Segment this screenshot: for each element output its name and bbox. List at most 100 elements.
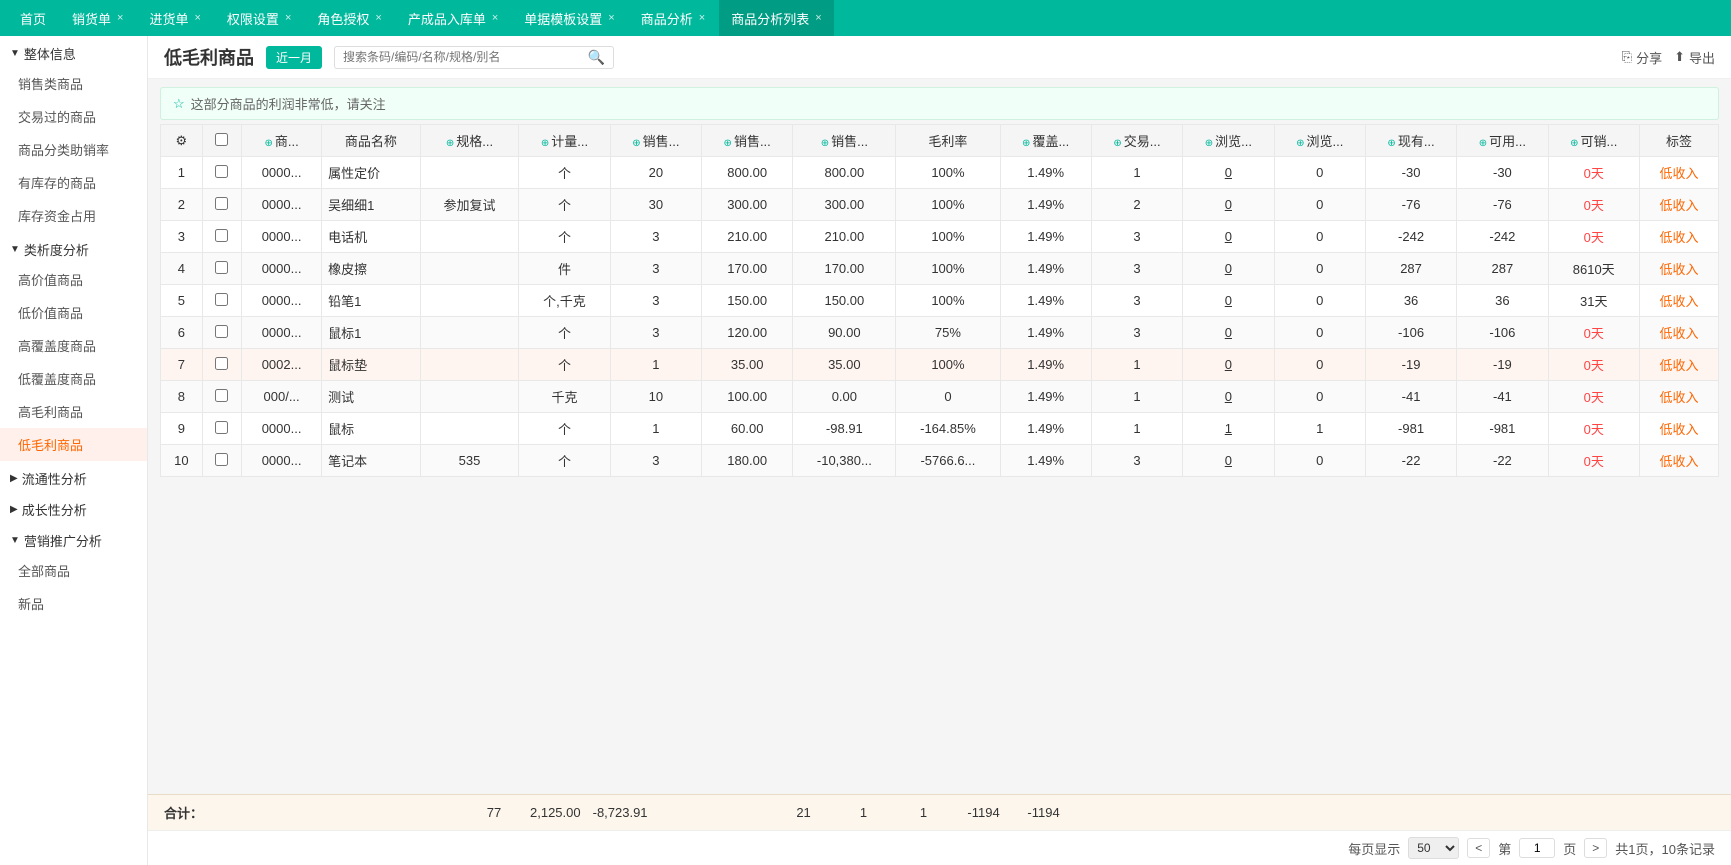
- page-size-select[interactable]: 50 100 200: [1408, 837, 1459, 859]
- row-code: 0000...: [242, 221, 322, 253]
- nav-item-home[interactable]: 首页: [8, 0, 58, 36]
- nav-item-purchase[interactable]: 进货单 ×: [137, 0, 212, 36]
- row-sales-count: 3: [610, 253, 701, 285]
- row-no: 4: [161, 253, 203, 285]
- nav-item-role[interactable]: 角色授权 ×: [305, 0, 393, 36]
- row-select-checkbox[interactable]: [215, 293, 228, 306]
- row-tag: 低收入: [1639, 157, 1718, 189]
- close-icon[interactable]: ×: [699, 12, 705, 24]
- row-sales-amount: 150.00: [702, 285, 793, 317]
- share-button[interactable]: ⎘ 分享: [1622, 48, 1662, 67]
- row-gross-rate: 100%: [896, 285, 1000, 317]
- close-icon[interactable]: ×: [815, 12, 821, 24]
- prev-page-button[interactable]: <: [1467, 838, 1490, 858]
- row-select-checkbox[interactable]: [215, 421, 228, 434]
- col-name: 商品名称: [322, 125, 421, 157]
- row-checkbox[interactable]: [202, 381, 241, 413]
- total-sales-count: 77: [464, 805, 524, 820]
- row-select-checkbox[interactable]: [215, 165, 228, 178]
- total-trade: 21: [774, 805, 834, 820]
- row-checkbox[interactable]: [202, 157, 241, 189]
- sidebar-item-low-value[interactable]: 低价值商品: [0, 296, 147, 329]
- sidebar-group-flow[interactable]: ▶ 流通性分析: [0, 461, 147, 492]
- nav-item-product-analysis[interactable]: 商品分析 ×: [629, 0, 717, 36]
- row-sales-amount: 100.00: [702, 381, 793, 413]
- row-available: -76: [1457, 189, 1548, 221]
- row-trade: 2: [1091, 189, 1182, 221]
- sidebar-item-traded-goods[interactable]: 交易过的商品: [0, 100, 147, 133]
- sidebar-item-high-value[interactable]: 高价值商品: [0, 263, 147, 296]
- row-checkbox[interactable]: [202, 285, 241, 317]
- row-unit: 个: [519, 445, 610, 477]
- sidebar-item-category-rate[interactable]: 商品分类助销率: [0, 133, 147, 166]
- row-checkbox[interactable]: [202, 189, 241, 221]
- export-button[interactable]: ⬆ 导出: [1674, 48, 1715, 67]
- row-checkbox[interactable]: [202, 349, 241, 381]
- close-icon[interactable]: ×: [117, 12, 123, 24]
- row-coverage: 1.49%: [1000, 157, 1091, 189]
- sidebar-item-low-margin[interactable]: 低毛利商品: [0, 428, 147, 461]
- sidebar-group-marketing[interactable]: ▼ 营销推广分析: [0, 523, 147, 554]
- row-select-checkbox[interactable]: [215, 261, 228, 274]
- time-filter-button[interactable]: 近一月: [266, 46, 322, 69]
- row-unit: 个: [519, 317, 610, 349]
- sidebar-item-low-coverage[interactable]: 低覆盖度商品: [0, 362, 147, 395]
- page-number-input[interactable]: [1519, 838, 1555, 858]
- row-checkbox[interactable]: [202, 413, 241, 445]
- sidebar-item-new-goods[interactable]: 新品: [0, 587, 147, 620]
- row-select-checkbox[interactable]: [215, 389, 228, 402]
- row-checkbox[interactable]: [202, 445, 241, 477]
- row-available: -981: [1457, 413, 1548, 445]
- close-icon[interactable]: ×: [285, 12, 291, 24]
- row-spec: 参加复试: [420, 189, 519, 221]
- sidebar-item-high-margin[interactable]: 高毛利商品: [0, 395, 147, 428]
- nav-item-permission[interactable]: 权限设置 ×: [215, 0, 303, 36]
- nav-item-template[interactable]: 单据模板设置 ×: [512, 0, 626, 36]
- row-tag: 低收入: [1639, 317, 1718, 349]
- row-tag: 低收入: [1639, 253, 1718, 285]
- sidebar-group-analysis[interactable]: ▼ 类析度分析: [0, 232, 147, 263]
- col-tag: 标签: [1639, 125, 1718, 157]
- sidebar-group-overall[interactable]: ▼ 整体信息: [0, 36, 147, 67]
- row-select-checkbox[interactable]: [215, 229, 228, 242]
- row-select-checkbox[interactable]: [215, 325, 228, 338]
- row-select-checkbox[interactable]: [215, 357, 228, 370]
- search-input[interactable]: [343, 50, 588, 64]
- col-view2: ⊕浏览...: [1274, 125, 1365, 157]
- nav-item-product-analysis-list[interactable]: 商品分析列表 ×: [719, 0, 833, 36]
- next-page-button[interactable]: >: [1584, 838, 1607, 858]
- sidebar-item-stock-goods[interactable]: 有库存的商品: [0, 166, 147, 199]
- close-icon[interactable]: ×: [608, 12, 614, 24]
- sidebar-item-high-coverage[interactable]: 高覆盖度商品: [0, 329, 147, 362]
- row-coverage: 1.49%: [1000, 413, 1091, 445]
- row-view1: 0: [1183, 349, 1274, 381]
- col-view1: ⊕浏览...: [1183, 125, 1274, 157]
- nav-item-product-inbound[interactable]: 产成品入库单 ×: [396, 0, 510, 36]
- close-icon[interactable]: ×: [194, 12, 200, 24]
- row-trade: 3: [1091, 221, 1182, 253]
- sidebar-item-sales-goods[interactable]: 销售类商品: [0, 67, 147, 100]
- row-checkbox[interactable]: [202, 221, 241, 253]
- close-icon[interactable]: ×: [492, 12, 498, 24]
- sidebar-item-all-goods[interactable]: 全部商品: [0, 554, 147, 587]
- select-all-checkbox[interactable]: [215, 133, 228, 146]
- row-code: 000/...: [242, 381, 322, 413]
- row-coverage: 1.49%: [1000, 445, 1091, 477]
- row-sales-count: 3: [610, 317, 701, 349]
- main-layout: ▼ 整体信息 销售类商品 交易过的商品 商品分类助销率 有库存的商品 库存资金占…: [0, 36, 1731, 865]
- col-current: ⊕现有...: [1365, 125, 1456, 157]
- row-unit: 千克: [519, 381, 610, 413]
- sidebar-item-stock-capital[interactable]: 库存资金占用: [0, 199, 147, 232]
- table-row: 6 0000... 鼠标1 个 3 120.00 90.00 75% 1.49%…: [161, 317, 1719, 349]
- row-spec: [420, 253, 519, 285]
- col-checkbox[interactable]: [202, 125, 241, 157]
- row-select-checkbox[interactable]: [215, 197, 228, 210]
- row-checkbox[interactable]: [202, 317, 241, 349]
- col-settings[interactable]: ⚙: [161, 125, 203, 157]
- sidebar-group-growth[interactable]: ▶ 成长性分析: [0, 492, 147, 523]
- close-icon[interactable]: ×: [375, 12, 381, 24]
- row-gross-rate: -5766.6...: [896, 445, 1000, 477]
- row-select-checkbox[interactable]: [215, 453, 228, 466]
- nav-item-sales[interactable]: 销货单 ×: [60, 0, 135, 36]
- row-checkbox[interactable]: [202, 253, 241, 285]
